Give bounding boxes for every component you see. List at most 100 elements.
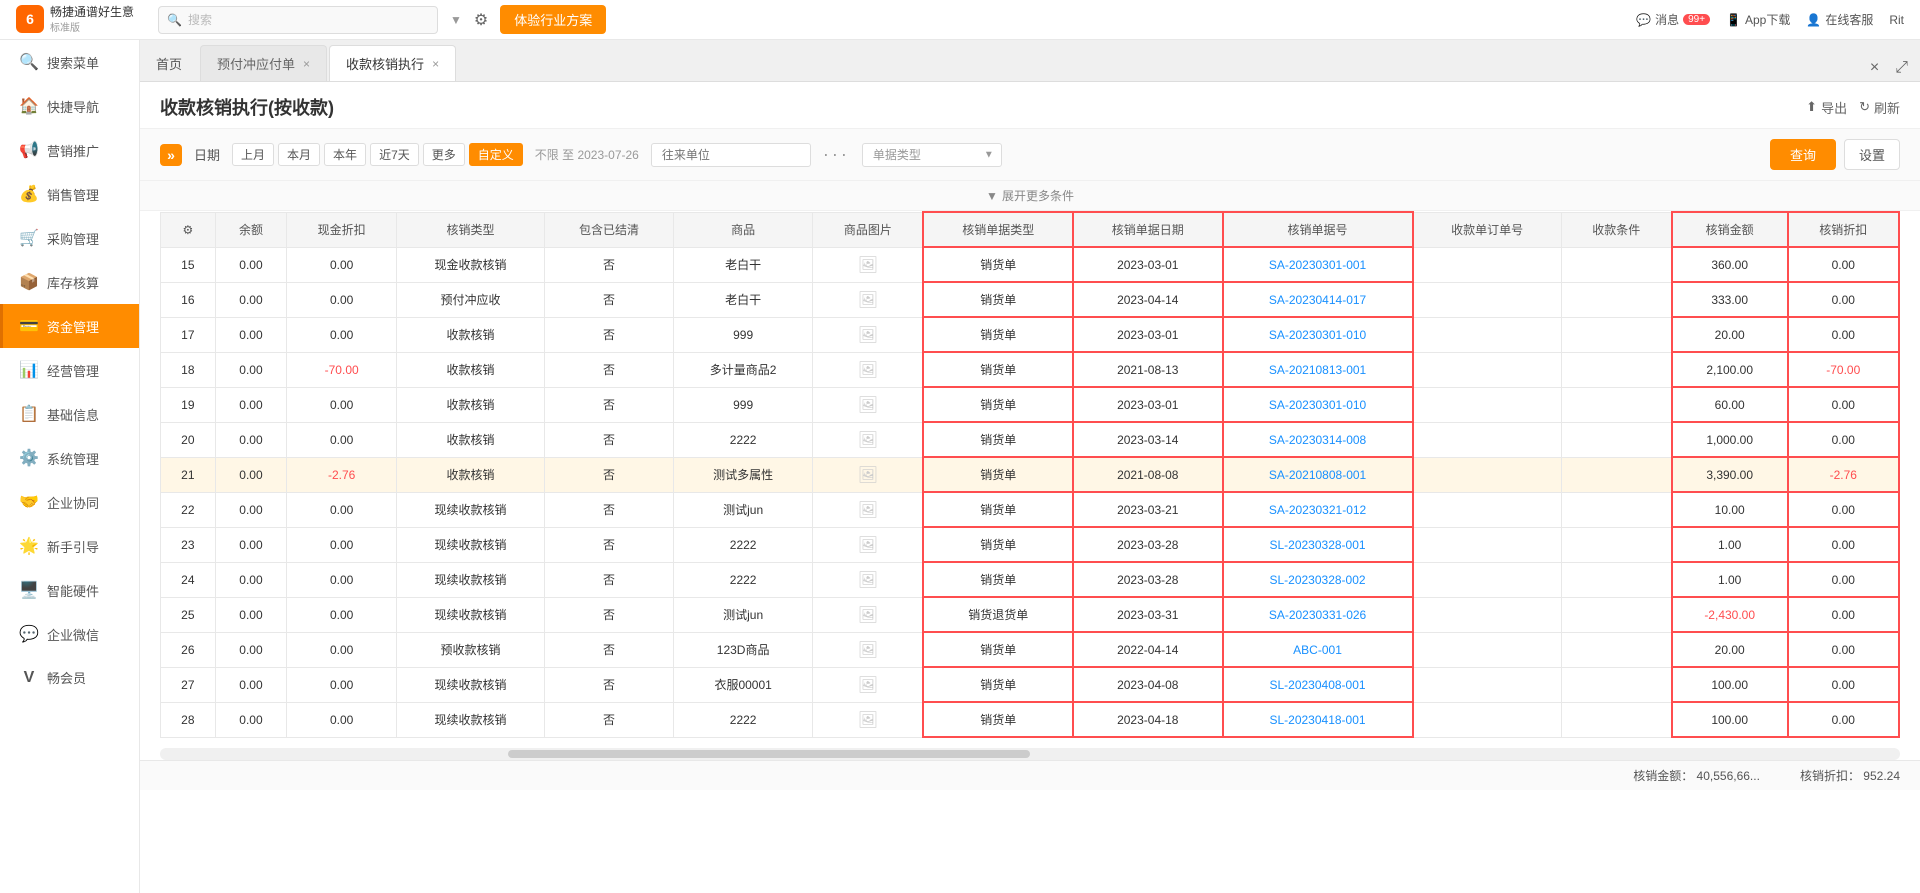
verify-amount-total-value: 40,556,66... (1697, 769, 1760, 783)
date-7days[interactable]: 近7天 (370, 143, 419, 166)
bill-no-link[interactable]: SA-20230414-017 (1269, 293, 1366, 307)
solution-button[interactable]: 体验行业方案 (500, 5, 606, 34)
app-download-button[interactable]: 📱 App下载 (1726, 11, 1790, 28)
tab-expand-btn[interactable]: ⤢ (1891, 55, 1912, 81)
search-chevron-icon[interactable]: ▼ (450, 13, 462, 27)
cell-balance: 0.00 (215, 702, 287, 737)
sidebar-item-quick[interactable]: 🏠 快捷导航 (0, 84, 139, 128)
gear-icon[interactable]: ⚙ (474, 10, 488, 30)
cell-goods-img: 🖼 (813, 597, 924, 632)
setting-button[interactable]: 设置 (1844, 139, 1900, 170)
bill-no-link[interactable]: SA-20230314-008 (1269, 433, 1366, 447)
partner-input[interactable] (651, 143, 811, 167)
sidebar-item-finance[interactable]: 💳 资金管理 (0, 304, 139, 348)
col-cash-discount: 现金折扣 (287, 212, 397, 247)
sidebar-item-guide[interactable]: 🌟 新手引导 (0, 524, 139, 568)
cell-verify-bill-no: SL-20230418-001 (1223, 702, 1413, 737)
sidebar-item-purchase[interactable]: 🛒 采购管理 (0, 216, 139, 260)
sidebar-item-hardware[interactable]: 🖥️ 智能硬件 (0, 568, 139, 612)
tab-collection-label: 收款核销执行 (346, 54, 424, 73)
filter-expand-button[interactable]: » (160, 144, 182, 166)
cell-collect-condition (1561, 492, 1672, 527)
cell-include-settled: 否 (545, 352, 674, 387)
bill-no-link[interactable]: SA-20230331-026 (1269, 608, 1366, 622)
cell-cash-discount: 0.00 (287, 317, 397, 352)
bill-no-link[interactable]: SA-20230301-001 (1269, 258, 1366, 272)
scrollbar-thumb[interactable] (508, 750, 1030, 758)
cell-goods: 2222 (673, 562, 812, 597)
tab-prepay-close-icon[interactable]: × (303, 57, 310, 71)
cell-verify-discount: 0.00 (1788, 632, 1899, 667)
horizontal-scrollbar[interactable] (160, 748, 1900, 760)
table-row: 16 0.00 0.00 预付冲应收 否 老白干 🖼 销货单 2023-04-1… (161, 282, 1900, 317)
cell-collect-condition (1561, 352, 1672, 387)
bill-no-link[interactable]: ABC-001 (1293, 643, 1342, 657)
cell-verify-bill-no: SA-20230314-008 (1223, 422, 1413, 457)
cell-balance: 0.00 (215, 457, 287, 492)
sidebar-label-purchase: 采购管理 (47, 229, 99, 248)
sidebar-item-wechat[interactable]: 💬 企业微信 (0, 612, 139, 656)
cell-verify-amount: 20.00 (1672, 317, 1788, 352)
refresh-button[interactable]: ↻ 刷新 (1859, 98, 1900, 117)
expand-more-label: 展开更多条件 (1002, 187, 1074, 204)
sidebar-item-system[interactable]: ⚙️ 系统管理 (0, 436, 139, 480)
export-button[interactable]: ⬆ 导出 (1806, 98, 1847, 117)
sidebar-item-corp[interactable]: 🤝 企业协同 (0, 480, 139, 524)
date-last-month[interactable]: 上月 (232, 143, 274, 166)
user-profile[interactable]: Rit (1889, 13, 1904, 27)
sidebar-item-basic[interactable]: 📋 基础信息 (0, 392, 139, 436)
cell-balance: 0.00 (215, 387, 287, 422)
cell-verify-amount: 3,390.00 (1672, 457, 1788, 492)
tab-prepay[interactable]: 预付冲应付单 × (200, 45, 327, 81)
cell-verify-type: 收款核销 (397, 317, 545, 352)
sidebar-label-system: 系统管理 (47, 449, 99, 468)
cell-verify-bill-date: 2023-03-28 (1073, 527, 1223, 562)
tab-close-btn[interactable]: × (1866, 55, 1883, 81)
cell-goods-img: 🖼 (813, 702, 924, 737)
tab-home[interactable]: 首页 (140, 45, 198, 81)
date-this-month[interactable]: 本月 (278, 143, 320, 166)
bill-no-link[interactable]: SL-20230328-002 (1269, 573, 1365, 587)
cell-verify-amount: -2,430.00 (1672, 597, 1788, 632)
bill-no-link[interactable]: SA-20230301-010 (1269, 328, 1366, 342)
message-button[interactable]: 💬 消息 99+ (1636, 11, 1710, 28)
date-this-year[interactable]: 本年 (324, 143, 366, 166)
sidebar-item-inventory[interactable]: 📦 库存核算 (0, 260, 139, 304)
bill-type-select[interactable]: 单据类型 (862, 143, 1002, 167)
bill-no-link[interactable]: SA-20210813-001 (1269, 363, 1366, 377)
date-custom[interactable]: 自定义 (469, 143, 523, 166)
sidebar-item-marketing[interactable]: 📢 营销推广 (0, 128, 139, 172)
tab-collection[interactable]: 收款核销执行 × (329, 45, 456, 81)
bill-no-link[interactable]: SA-20210808-001 (1269, 468, 1366, 482)
service-label: 在线客服 (1825, 11, 1873, 28)
bill-no-link[interactable]: SA-20230301-010 (1269, 398, 1366, 412)
sidebar-item-sales[interactable]: 💰 销售管理 (0, 172, 139, 216)
date-more[interactable]: 更多 (423, 143, 465, 166)
sales-icon: 💰 (19, 184, 39, 204)
cell-verify-bill-date: 2021-08-08 (1073, 457, 1223, 492)
date-options: 上月 本月 本年 近7天 更多 自定义 (232, 143, 523, 166)
cell-collect-condition (1561, 422, 1672, 457)
message-badge: 99+ (1683, 14, 1710, 25)
query-button[interactable]: 查询 (1770, 139, 1836, 170)
bill-no-link[interactable]: SL-20230328-001 (1269, 538, 1365, 552)
tab-collection-close-icon[interactable]: × (432, 57, 439, 71)
online-service-button[interactable]: 👤 在线客服 (1806, 11, 1873, 28)
top-search-box[interactable]: 🔍 搜索 (158, 6, 438, 34)
expand-more-button[interactable]: ▼ 展开更多条件 (986, 187, 1074, 204)
bill-no-link[interactable]: SA-20230321-012 (1269, 503, 1366, 517)
bill-no-link[interactable]: SL-20230408-001 (1269, 678, 1365, 692)
sidebar-item-business[interactable]: 📊 经营管理 (0, 348, 139, 392)
cell-no: 22 (161, 492, 216, 527)
cell-verify-amount: 1.00 (1672, 527, 1788, 562)
bill-no-link[interactable]: SL-20230418-001 (1269, 713, 1365, 727)
verify-discount-total-label: 核销折扣 (1800, 769, 1848, 783)
purchase-icon: 🛒 (19, 228, 39, 248)
sidebar-item-search[interactable]: 🔍 搜索菜单 (0, 40, 139, 84)
main-area: 首页 预付冲应付单 × 收款核销执行 × × ⤢ 收款核销执行(按收款) ⬆ (140, 40, 1920, 893)
date-label: 日期 (194, 145, 220, 164)
cell-verify-discount: -70.00 (1788, 352, 1899, 387)
col-gear[interactable]: ⚙ (161, 212, 216, 247)
sidebar-item-member[interactable]: V 畅会员 (0, 656, 139, 699)
cell-collect-order-no (1413, 597, 1562, 632)
